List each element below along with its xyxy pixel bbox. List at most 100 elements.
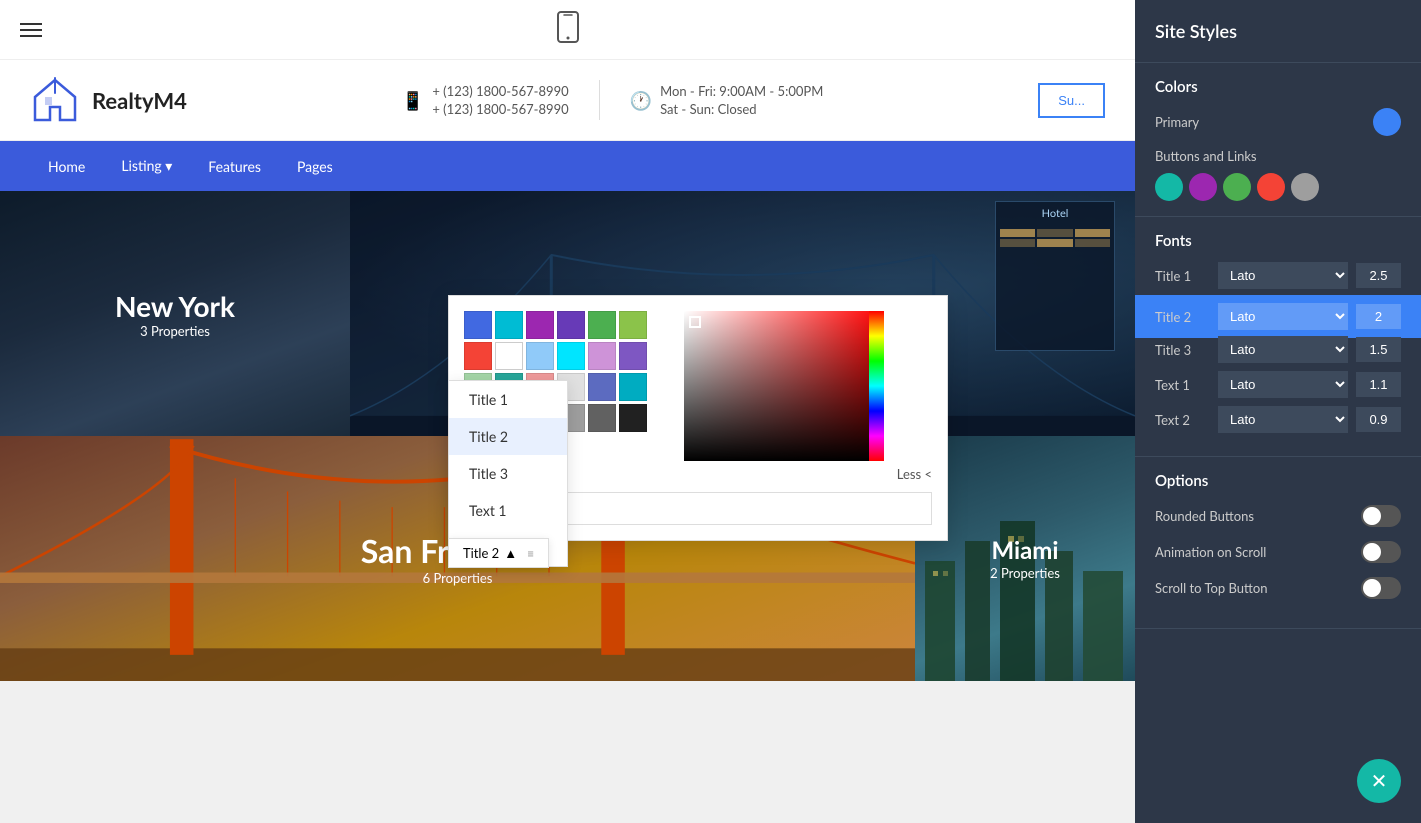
close-icon: ✕ <box>1371 769 1388 794</box>
color-btn-green[interactable] <box>1223 173 1251 201</box>
color-spectrum[interactable] <box>684 311 884 461</box>
phone-contact: 📱 + (123) 1800-567-8990 + (123) 1800-567… <box>402 82 569 118</box>
font-size-title1[interactable] <box>1356 263 1401 288</box>
rounded-buttons-toggle[interactable] <box>1361 505 1401 527</box>
font-popup-title1[interactable]: Title 1 <box>449 381 567 418</box>
toolbar <box>0 0 1135 60</box>
buttons-links-label-row: Buttons and Links <box>1155 146 1401 165</box>
scroll-top-toggle[interactable] <box>1361 577 1401 599</box>
swatch-black[interactable] <box>619 404 647 432</box>
panel-title: Site Styles <box>1155 20 1237 42</box>
font-label-text1: Text 1 <box>1155 377 1210 393</box>
swatch-violet[interactable] <box>557 311 585 339</box>
fonts-title: Fonts <box>1155 232 1401 250</box>
animation-scroll-toggle[interactable] <box>1361 541 1401 563</box>
nav-item-pages[interactable]: Pages <box>279 141 351 191</box>
font-label-title1: Title 1 <box>1155 268 1210 284</box>
font-popup-text1[interactable]: Text 1 <box>449 492 567 529</box>
primary-color-dot[interactable] <box>1373 108 1401 136</box>
swatch-blue[interactable] <box>464 311 492 339</box>
contact-divider <box>599 80 600 120</box>
nav-item-listing[interactable]: Listing ▾ <box>103 141 190 191</box>
swatch-lime[interactable] <box>619 311 647 339</box>
color-btn-purple[interactable] <box>1189 173 1217 201</box>
clock-icon: 🕐 <box>630 89 652 112</box>
animation-scroll-label: Animation on Scroll <box>1155 544 1266 560</box>
font-label-title3: Title 3 <box>1155 342 1210 358</box>
swatch-red[interactable] <box>464 342 492 370</box>
city-name-miami: Miami <box>992 536 1059 565</box>
swatch-green[interactable] <box>588 311 616 339</box>
color-buttons <box>1155 173 1401 201</box>
font-row-title3: Title 3 Lato <box>1155 336 1401 363</box>
swatch-purple[interactable] <box>526 311 554 339</box>
font-label-text2: Text 2 <box>1155 412 1210 428</box>
font-popup-trigger[interactable]: Title 2 ▲ ≡ <box>448 538 549 568</box>
scroll-top-label: Scroll to Top Button <box>1155 580 1268 596</box>
rounded-buttons-label: Rounded Buttons <box>1155 508 1254 524</box>
phone-text: + (123) 1800-567-8990 + (123) 1800-567-8… <box>432 82 568 118</box>
font-select-title1[interactable]: Lato <box>1218 262 1348 289</box>
font-size-title2[interactable] <box>1356 304 1401 329</box>
city-props-ny: 3 Properties <box>140 323 210 339</box>
font-select-title2[interactable]: Lato <box>1218 303 1348 330</box>
hamburger-menu[interactable] <box>20 23 42 37</box>
font-select-title3[interactable]: Lato <box>1218 336 1348 363</box>
mobile-preview-icon[interactable] <box>556 11 580 48</box>
swatch-teal2[interactable] <box>619 373 647 401</box>
panel-header: Site Styles <box>1135 0 1421 63</box>
colors-title: Colors <box>1155 78 1401 96</box>
font-size-title3[interactable] <box>1356 337 1401 362</box>
color-btn-teal[interactable] <box>1155 173 1183 201</box>
colors-section: Colors Primary Buttons and Links <box>1135 63 1421 217</box>
city-card-ny[interactable]: New York 3 Properties <box>0 191 350 436</box>
city-props-sf: 6 Properties <box>423 570 493 586</box>
subscribe-button[interactable]: Su... <box>1038 83 1105 118</box>
font-popup-title3[interactable]: Title 3 <box>449 455 567 492</box>
font-size-text1[interactable] <box>1356 372 1401 397</box>
font-row-title2: Title 2 Lato <box>1135 295 1421 338</box>
toggle-knob <box>1363 507 1381 525</box>
nav-item-home[interactable]: Home <box>30 141 103 191</box>
swatch-deeppurple[interactable] <box>619 342 647 370</box>
fonts-section: Fonts Title 1 Lato Title 2 Lato Title 3 <box>1135 217 1421 457</box>
city-props-miami: 2 Properties <box>990 565 1060 581</box>
swatch-lblue[interactable] <box>526 342 554 370</box>
city-overlay-miami: Miami 2 Properties <box>915 436 1135 681</box>
swatch-white[interactable] <box>495 342 523 370</box>
logo-text: RealtyM4 <box>92 87 187 114</box>
primary-label: Primary <box>1155 114 1199 130</box>
toggle-knob-3 <box>1363 579 1381 597</box>
option-scroll-top: Scroll to Top Button <box>1155 577 1401 599</box>
font-select-text2[interactable]: Lato <box>1218 406 1348 433</box>
font-row-text2: Text 2 Lato <box>1155 406 1401 433</box>
font-label-title2: Title 2 <box>1155 309 1210 325</box>
option-rounded-buttons: Rounded Buttons <box>1155 505 1401 527</box>
swatch-dgray[interactable] <box>588 404 616 432</box>
city-overlay-ny: New York 3 Properties <box>0 191 350 436</box>
font-popup-title2[interactable]: Title 2 <box>449 418 567 455</box>
nav-item-features[interactable]: Features <box>190 141 279 191</box>
logo-area: RealtyM4 <box>30 75 187 125</box>
phone-icon: 📱 <box>402 89 424 112</box>
swatch-cyan[interactable] <box>495 311 523 339</box>
contact-info: 📱 + (123) 1800-567-8990 + (123) 1800-567… <box>402 80 823 120</box>
swatch-cyan2[interactable] <box>557 342 585 370</box>
swatch-indigo[interactable] <box>588 373 616 401</box>
swatch-lpurple[interactable] <box>588 342 616 370</box>
color-btn-gray[interactable] <box>1291 173 1319 201</box>
option-animation-scroll: Animation on Scroll <box>1155 541 1401 563</box>
nav-bar: Home Listing ▾ Features Pages <box>0 141 1135 191</box>
font-popup-trigger-label: Title 2 <box>463 545 499 561</box>
spectrum-cursor <box>689 316 701 328</box>
font-select-text1[interactable]: Lato <box>1218 371 1348 398</box>
color-btn-red[interactable] <box>1257 173 1285 201</box>
logo-icon <box>30 75 80 125</box>
hours-text: Mon - Fri: 9:00AM - 5:00PM Sat - Sun: Cl… <box>660 82 823 118</box>
close-button[interactable]: ✕ <box>1357 759 1401 803</box>
font-row-title1: Title 1 Lato <box>1155 262 1401 289</box>
font-size-text2[interactable] <box>1356 407 1401 432</box>
toggle-knob-2 <box>1363 543 1381 561</box>
site-styles-panel: Site Styles Colors Primary Buttons and L… <box>1135 0 1421 823</box>
city-card-miami[interactable]: Miami 2 Properties <box>915 436 1135 681</box>
